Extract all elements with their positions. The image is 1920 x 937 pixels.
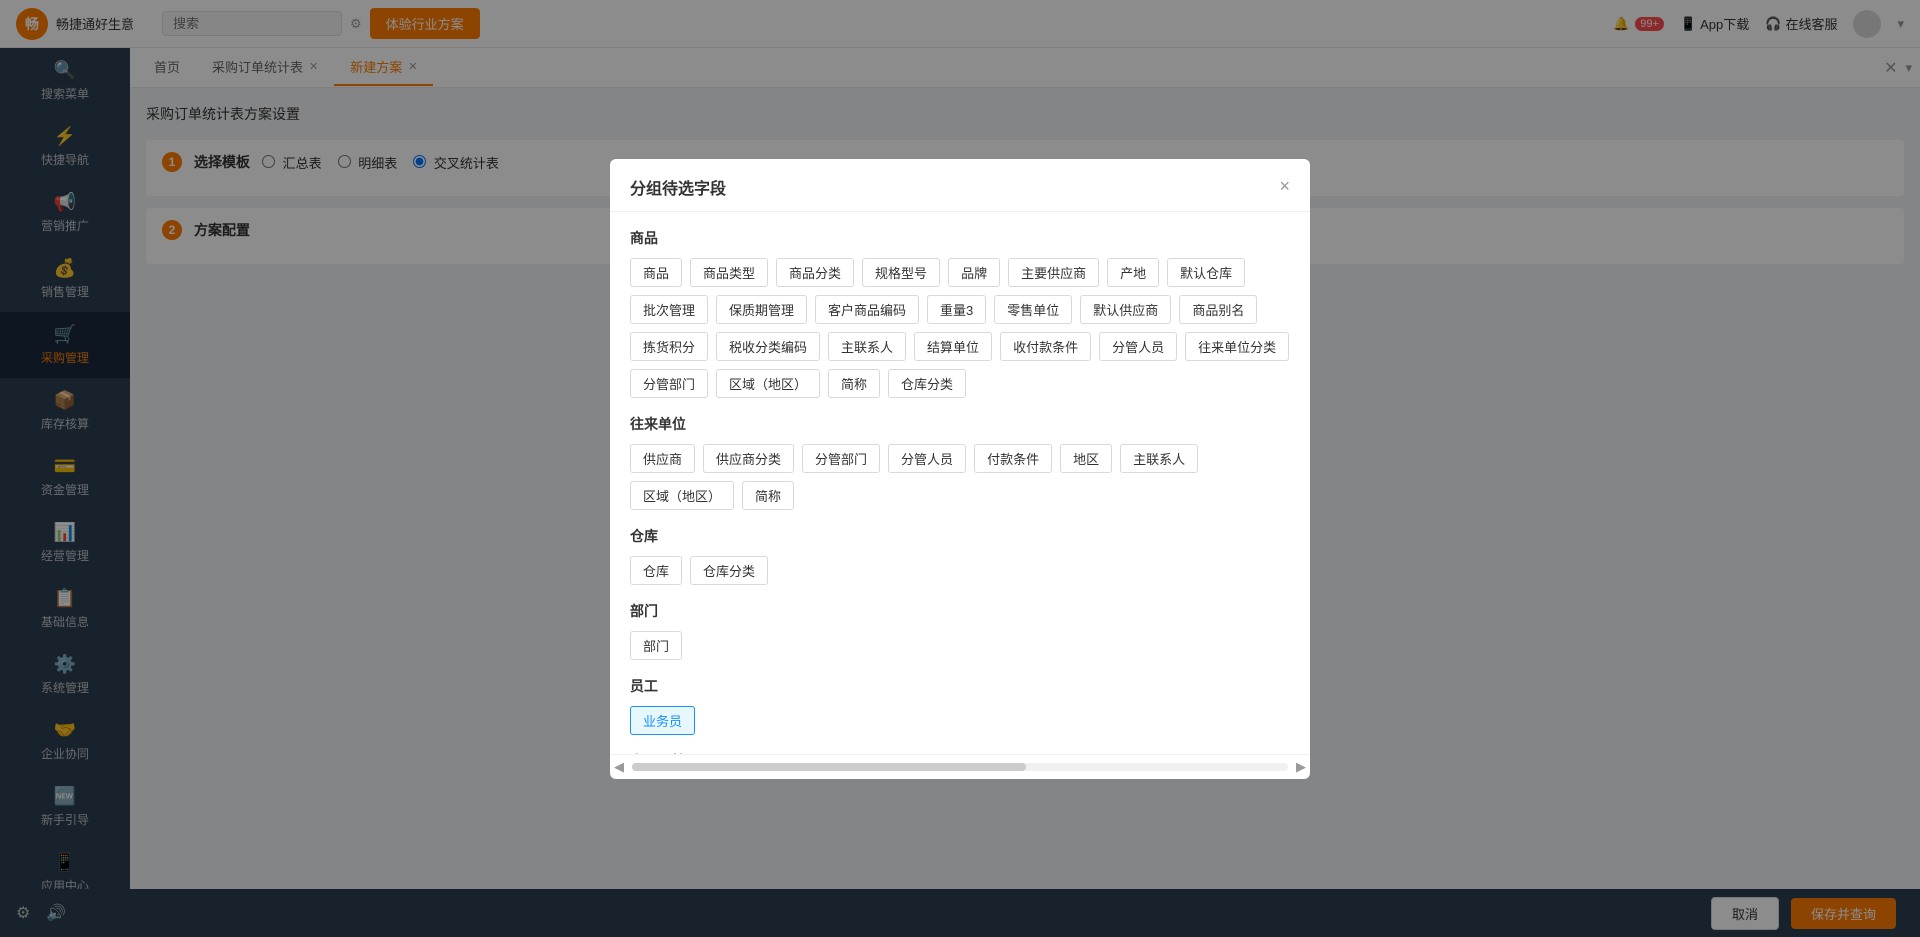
field-tag-pick-points[interactable]: 拣货积分 bbox=[630, 332, 708, 361]
scrollbar-left-arrow[interactable]: ◀ bbox=[610, 759, 628, 775]
field-tag-settlement-unit[interactable]: 结算单位 bbox=[914, 332, 992, 361]
section-title-warehouse: 仓库 bbox=[630, 526, 1290, 546]
field-tag-wh[interactable]: 仓库 bbox=[630, 556, 682, 585]
field-tag-default-warehouse[interactable]: 默认仓库 bbox=[1167, 258, 1245, 287]
field-tag-payment-terms[interactable]: 收付款条件 bbox=[1000, 332, 1091, 361]
field-tag-dept[interactable]: 分管部门 bbox=[630, 369, 708, 398]
partner-field-tags: 供应商 供应商分类 分管部门 分管人员 付款条件 地区 主联系人 区域（地区） … bbox=[630, 444, 1290, 510]
field-tag-partner-category[interactable]: 往来单位分类 bbox=[1185, 332, 1289, 361]
field-tag-product-alias[interactable]: 商品别名 bbox=[1179, 295, 1257, 324]
field-tag-wh-cat[interactable]: 仓库分类 bbox=[690, 556, 768, 585]
section-title-employee: 员工 bbox=[630, 676, 1290, 696]
scrollbar-right-arrow[interactable]: ▶ bbox=[1292, 759, 1310, 775]
field-tag-spec-model[interactable]: 规格型号 bbox=[862, 258, 940, 287]
field-tag-default-supplier[interactable]: 默认供应商 bbox=[1080, 295, 1171, 324]
field-tag-partner-manager[interactable]: 分管人员 bbox=[888, 444, 966, 473]
field-tag-brand[interactable]: 品牌 bbox=[948, 258, 1000, 287]
field-tag-region[interactable]: 区域（地区） bbox=[716, 369, 820, 398]
field-tag-partner-region[interactable]: 区域（地区） bbox=[630, 481, 734, 510]
field-tag-batch-mgmt[interactable]: 批次管理 bbox=[630, 295, 708, 324]
field-tag-partner-contact[interactable]: 主联系人 bbox=[1120, 444, 1198, 473]
field-tag-weight3[interactable]: 重量3 bbox=[927, 295, 986, 324]
modal-header: 分组待选字段 × bbox=[610, 159, 1310, 212]
section-title-product: 商品 bbox=[630, 228, 1290, 248]
field-tag-salesperson[interactable]: 业务员 bbox=[630, 706, 695, 735]
modal-scrollbar-thumb bbox=[632, 763, 1026, 771]
section-title-department: 部门 bbox=[630, 601, 1290, 621]
field-tag-department[interactable]: 部门 bbox=[630, 631, 682, 660]
modal-close-button[interactable]: × bbox=[1279, 176, 1290, 197]
field-tag-origin[interactable]: 产地 bbox=[1107, 258, 1159, 287]
modal-title: 分组待选字段 bbox=[630, 175, 726, 199]
field-tag-product-category[interactable]: 商品分类 bbox=[776, 258, 854, 287]
field-tag-partner-short[interactable]: 简称 bbox=[742, 481, 794, 510]
field-tag-supplier-category[interactable]: 供应商分类 bbox=[703, 444, 794, 473]
modal-overlay: 分组待选字段 × 商品 商品 商品类型 商品分类 规格型号 品牌 主要供应商 产… bbox=[0, 0, 1920, 937]
field-tag-warehouse-cat[interactable]: 仓库分类 bbox=[888, 369, 966, 398]
field-tag-product[interactable]: 商品 bbox=[630, 258, 682, 287]
field-tag-partner-dept[interactable]: 分管部门 bbox=[802, 444, 880, 473]
field-tag-partner-payment[interactable]: 付款条件 bbox=[974, 444, 1052, 473]
department-field-tags: 部门 bbox=[630, 631, 1290, 660]
section-title-partner: 往来单位 bbox=[630, 414, 1290, 434]
field-tag-short-name[interactable]: 简称 bbox=[828, 369, 880, 398]
field-tag-partner-area[interactable]: 地区 bbox=[1060, 444, 1112, 473]
field-tag-main-supplier[interactable]: 主要供应商 bbox=[1008, 258, 1099, 287]
modal-scrollbar-area: ◀ ▶ bbox=[610, 754, 1310, 779]
field-tag-tax-code[interactable]: 税收分类编码 bbox=[716, 332, 820, 361]
field-tag-manager[interactable]: 分管人员 bbox=[1099, 332, 1177, 361]
modal-scrollbar-track bbox=[632, 763, 1288, 771]
warehouse-field-tags: 仓库 仓库分类 bbox=[630, 556, 1290, 585]
employee-field-tags: 业务员 bbox=[630, 706, 1290, 735]
field-tag-shelf-life[interactable]: 保质期管理 bbox=[716, 295, 807, 324]
field-tag-retail-unit[interactable]: 零售单位 bbox=[994, 295, 1072, 324]
modal-body: 商品 商品 商品类型 商品分类 规格型号 品牌 主要供应商 产地 默认仓库 批次… bbox=[610, 212, 1310, 754]
field-tag-supplier[interactable]: 供应商 bbox=[630, 444, 695, 473]
field-tag-customer-code[interactable]: 客户商品编码 bbox=[815, 295, 919, 324]
modal: 分组待选字段 × 商品 商品 商品类型 商品分类 规格型号 品牌 主要供应商 产… bbox=[610, 159, 1310, 779]
field-tag-product-type[interactable]: 商品类型 bbox=[690, 258, 768, 287]
product-field-tags: 商品 商品类型 商品分类 规格型号 品牌 主要供应商 产地 默认仓库 批次管理 … bbox=[630, 258, 1290, 398]
field-tag-main-contact[interactable]: 主联系人 bbox=[828, 332, 906, 361]
